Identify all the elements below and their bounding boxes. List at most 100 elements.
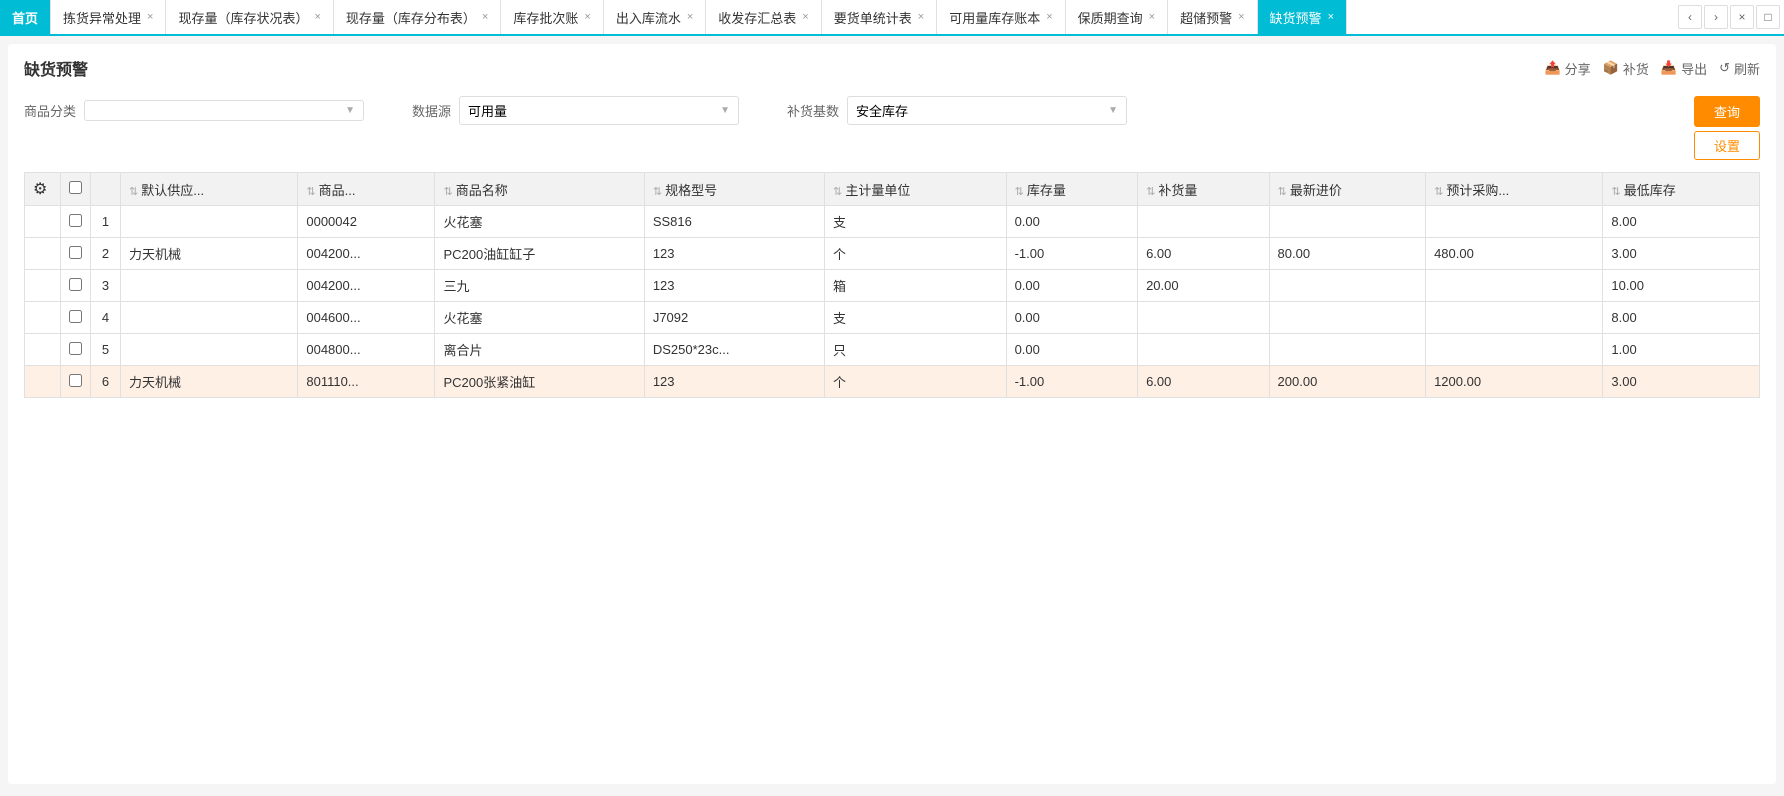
select-all-checkbox[interactable] <box>69 181 82 194</box>
tab-available-ledger-label: 可用量库存账本 <box>949 8 1040 27</box>
row-checkbox-5[interactable] <box>61 366 91 398</box>
col-supplement[interactable]: 补货量 <box>1138 173 1269 206</box>
page-content: 缺货预警 📤 分享 📦 补货 📥 导出 ↺ 刷新 商品分类 <box>8 44 1776 784</box>
tab-overstock-label: 超储预警 <box>1180 8 1232 27</box>
category-chevron-icon: ▼ <box>345 105 355 116</box>
col-min-stock[interactable]: 最低库存 <box>1603 173 1760 206</box>
refresh-action[interactable]: ↺ 刷新 <box>1719 59 1760 78</box>
tab-close-current[interactable]: × <box>1730 5 1754 29</box>
col-latest-price[interactable]: 最新进价 <box>1269 173 1426 206</box>
row-unit-3: 支 <box>825 302 1007 334</box>
row-num-4: 5 <box>91 334 121 366</box>
tab-scroll-right[interactable]: › <box>1704 5 1728 29</box>
tab-shortage[interactable]: 缺货预警 × <box>1258 0 1347 34</box>
column-settings-icon[interactable]: ⚙ <box>33 181 47 198</box>
col-stock[interactable]: 库存量 <box>1006 173 1137 206</box>
col-spec[interactable]: 规格型号 <box>644 173 824 206</box>
datasource-select-value: 可用量 <box>468 101 507 120</box>
share-action[interactable]: 📤 分享 <box>1544 59 1590 78</box>
col-supplier[interactable]: 默认供应... <box>121 173 298 206</box>
row-checkbox-4[interactable] <box>61 334 91 366</box>
col-product-name[interactable]: 商品名称 <box>435 173 644 206</box>
tab-inventory-status-close[interactable]: × <box>314 11 320 23</box>
tab-overstock[interactable]: 超储预警 × <box>1168 0 1257 34</box>
row-product-code-1: 004200... <box>298 238 435 270</box>
tab-available-ledger[interactable]: 可用量库存账本 × <box>937 0 1065 34</box>
tab-purchase-stat-close[interactable]: × <box>918 11 924 23</box>
category-filter-group: 商品分类 ▼ <box>24 100 364 121</box>
col-unit[interactable]: 主计量单位 <box>825 173 1007 206</box>
tab-receive-summary[interactable]: 收发存汇总表 × <box>706 0 821 34</box>
row-settings-1 <box>25 238 61 270</box>
col-product-code[interactable]: 商品... <box>298 173 435 206</box>
row-spec-3: J7092 <box>644 302 824 334</box>
data-table: ⚙ 默认供应... 商品... 商品名称 规格型号 <box>24 172 1760 398</box>
row-unit-0: 支 <box>825 206 1007 238</box>
row-num-0: 1 <box>91 206 121 238</box>
tab-receive-summary-close[interactable]: × <box>802 11 808 23</box>
row-product-name-0: 火花塞 <box>435 206 644 238</box>
row-product-name-3: 火花塞 <box>435 302 644 334</box>
row-unit-1: 个 <box>825 238 1007 270</box>
tab-abnormal[interactable]: 拣货异常处理 × <box>51 0 166 34</box>
tab-purchase-stat[interactable]: 要货单统计表 × <box>822 0 937 34</box>
row-est-purchase-2 <box>1426 270 1603 302</box>
page-actions: 📤 分享 📦 补货 📥 导出 ↺ 刷新 <box>1544 59 1760 78</box>
tab-inout-flow-close[interactable]: × <box>687 11 693 23</box>
row-latest-price-0 <box>1269 206 1426 238</box>
tab-batch-account-label: 库存批次账 <box>513 8 578 27</box>
row-unit-5: 个 <box>825 366 1007 398</box>
row-supplier-4 <box>121 334 298 366</box>
export-action[interactable]: 📥 导出 <box>1661 59 1707 78</box>
row-unit-2: 箱 <box>825 270 1007 302</box>
tab-scroll-left[interactable]: ‹ <box>1678 5 1702 29</box>
supplement-base-filter-group: 补货基数 安全库存 ▼ <box>787 96 1127 125</box>
query-button[interactable]: 查询 <box>1694 96 1760 127</box>
tab-expand[interactable]: □ <box>1756 5 1780 29</box>
datasource-select[interactable]: 可用量 ▼ <box>459 96 739 125</box>
tab-inventory-dist-close[interactable]: × <box>482 11 488 23</box>
row-stock-1: -1.00 <box>1006 238 1137 270</box>
tab-available-ledger-close[interactable]: × <box>1046 11 1052 23</box>
row-est-purchase-1: 480.00 <box>1426 238 1603 270</box>
tab-inventory-status[interactable]: 现存量（库存状况表） × <box>166 0 333 34</box>
row-settings-3 <box>25 302 61 334</box>
tab-home[interactable]: 首页 <box>0 0 51 34</box>
settings-button[interactable]: 设置 <box>1694 131 1760 160</box>
row-product-name-4: 离合片 <box>435 334 644 366</box>
row-checkbox-0[interactable] <box>61 206 91 238</box>
tab-abnormal-close[interactable]: × <box>147 11 153 23</box>
table-row: 2 力天机械 004200... PC200油缸缸子 123 个 -1.00 6… <box>25 238 1760 270</box>
tab-inventory-dist[interactable]: 现存量（库存分布表） × <box>334 0 501 34</box>
tab-batch-account-close[interactable]: × <box>584 11 590 23</box>
supplement-base-chevron-icon: ▼ <box>1108 105 1118 116</box>
supplement-action[interactable]: 📦 补货 <box>1603 59 1649 78</box>
row-est-purchase-0 <box>1426 206 1603 238</box>
row-checkbox-2[interactable] <box>61 270 91 302</box>
row-product-code-2: 004200... <box>298 270 435 302</box>
tab-inout-flow[interactable]: 出入库流水 × <box>604 0 706 34</box>
tab-inventory-dist-label: 现存量（库存分布表） <box>346 8 476 27</box>
datasource-chevron-icon: ▼ <box>720 105 730 116</box>
row-latest-price-2 <box>1269 270 1426 302</box>
row-latest-price-1: 80.00 <box>1269 238 1426 270</box>
tab-overstock-close[interactable]: × <box>1238 11 1244 23</box>
tab-expiry-query-close[interactable]: × <box>1149 11 1155 23</box>
category-select[interactable]: ▼ <box>84 100 364 121</box>
tab-batch-account[interactable]: 库存批次账 × <box>501 0 603 34</box>
row-min-stock-4: 1.00 <box>1603 334 1760 366</box>
tab-shortage-close[interactable]: × <box>1328 11 1334 23</box>
supplement-base-value: 安全库存 <box>856 101 908 120</box>
refresh-label: 刷新 <box>1734 59 1760 78</box>
col-est-purchase[interactable]: 预计采购... <box>1426 173 1603 206</box>
row-settings-2 <box>25 270 61 302</box>
tab-expiry-query[interactable]: 保质期查询 × <box>1066 0 1168 34</box>
row-est-purchase-5: 1200.00 <box>1426 366 1603 398</box>
supplement-base-label: 补货基数 <box>787 101 839 120</box>
row-spec-2: 123 <box>644 270 824 302</box>
row-checkbox-3[interactable] <box>61 302 91 334</box>
datasource-filter-label: 数据源 <box>412 101 451 120</box>
row-checkbox-1[interactable] <box>61 238 91 270</box>
row-stock-3: 0.00 <box>1006 302 1137 334</box>
supplement-base-select[interactable]: 安全库存 ▼ <box>847 96 1127 125</box>
